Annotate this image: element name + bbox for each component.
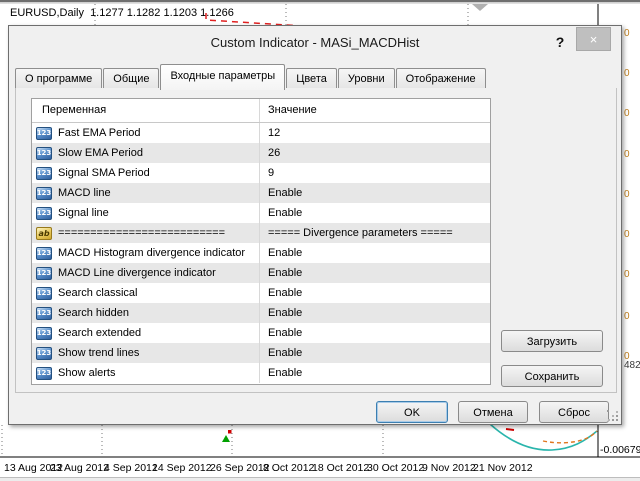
tab-colors[interactable]: Цвета bbox=[286, 68, 337, 90]
table-row[interactable]: 123 Search hidden Enable bbox=[32, 303, 490, 323]
param-name: MACD Histogram divergence indicator bbox=[58, 247, 246, 259]
param-name: ========================== bbox=[58, 227, 226, 239]
param-name: Search extended bbox=[58, 327, 142, 339]
bearish-tick-red bbox=[505, 428, 515, 431]
numeric-param-icon: 123 bbox=[36, 146, 52, 160]
custom-indicator-dialog: Custom Indicator - MASi_MACDHist ? × О п… bbox=[8, 25, 622, 425]
table-row[interactable]: 123 Signal line Enable bbox=[32, 203, 490, 223]
ok-button[interactable]: OK bbox=[376, 401, 448, 423]
string-param-icon: ab bbox=[36, 226, 52, 240]
param-value-cell[interactable]: Enable bbox=[259, 323, 490, 343]
table-row[interactable]: 123 Search extended Enable bbox=[32, 323, 490, 343]
tab-levels[interactable]: Уровни bbox=[337, 68, 395, 90]
table-row[interactable]: 123 MACD Histogram divergence indicator En… bbox=[32, 243, 490, 263]
param-name: MACD Line divergence indicator bbox=[58, 267, 216, 279]
dialog-titlebar[interactable]: Custom Indicator - MASi_MACDHist ? × bbox=[9, 26, 621, 58]
numeric-param-icon: 123 bbox=[36, 206, 52, 220]
table-row[interactable]: 123 Signal SMA Period 9 bbox=[32, 163, 490, 183]
numeric-param-icon: 123 bbox=[36, 326, 52, 340]
numeric-param-icon: 123 bbox=[36, 166, 52, 180]
param-value-cell[interactable]: Enable bbox=[259, 263, 490, 283]
column-header-variable[interactable]: Переменная bbox=[32, 99, 259, 122]
table-row[interactable]: 123 MACD line Enable bbox=[32, 183, 490, 203]
numeric-param-icon: 123 bbox=[36, 266, 52, 280]
param-value-cell[interactable]: 9 bbox=[259, 163, 490, 183]
param-name-cell: 123 Search hidden bbox=[32, 303, 259, 323]
param-value-cell[interactable]: Enable bbox=[259, 363, 490, 383]
param-name: Search hidden bbox=[58, 307, 129, 319]
numeric-param-icon: 123 bbox=[36, 186, 52, 200]
dialog-title: Custom Indicator - MASi_MACDHist bbox=[210, 35, 420, 50]
param-name: Search classical bbox=[58, 287, 138, 299]
tab-visualization[interactable]: Отображение bbox=[395, 68, 486, 90]
param-name: Show alerts bbox=[58, 367, 116, 379]
cancel-button[interactable]: Отмена bbox=[458, 401, 528, 423]
bearish-dot-icon bbox=[228, 430, 232, 434]
table-row[interactable]: 123 Search classical Enable bbox=[32, 283, 490, 303]
table-row[interactable]: ab ========================== ===== Diverg… bbox=[32, 223, 490, 243]
table-row[interactable]: 123 Slow EMA Period 26 bbox=[32, 143, 490, 163]
help-button[interactable]: ? bbox=[551, 33, 569, 51]
tabstrip: О программе Общие Входные параметры Цвета Ур… bbox=[15, 63, 617, 90]
param-value-cell[interactable]: 12 bbox=[259, 123, 490, 143]
parameters-table: Переменная Значение 123 Fast EMA Period 12… bbox=[31, 98, 491, 385]
table-row[interactable]: 123 Show trend lines Enable bbox=[32, 343, 490, 363]
numeric-param-icon: 123 bbox=[36, 366, 52, 380]
param-name-cell: 123 MACD line bbox=[32, 183, 259, 203]
macd-line-teal bbox=[489, 423, 598, 451]
param-name: Signal SMA Period bbox=[58, 167, 150, 179]
indicator-value-label: -0.00679 bbox=[600, 444, 640, 456]
table-header: Переменная Значение bbox=[32, 99, 490, 123]
param-name-cell: 123 Search classical bbox=[32, 283, 259, 303]
tab-inputs[interactable]: Входные параметры bbox=[160, 64, 286, 90]
param-name-cell: ab ========================== bbox=[32, 223, 259, 243]
numeric-param-icon: 123 bbox=[36, 126, 52, 140]
param-value-cell[interactable]: Enable bbox=[259, 303, 490, 323]
param-name: Show trend lines bbox=[58, 347, 140, 359]
close-button[interactable]: × bbox=[576, 27, 611, 51]
metatrader-chart-screen: { "chart": { "symbol_info": "EURUSD,Dail… bbox=[0, 0, 640, 481]
param-value-cell[interactable]: ===== Divergence parameters ===== bbox=[259, 223, 490, 243]
table-row[interactable]: 123 Show alerts Enable bbox=[32, 363, 490, 383]
param-value-cell[interactable]: Enable bbox=[259, 343, 490, 363]
param-name-cell: 123 Search extended bbox=[32, 323, 259, 343]
reset-button[interactable]: Сброс bbox=[539, 401, 609, 423]
numeric-param-icon: 123 bbox=[36, 246, 52, 260]
table-row[interactable]: 123 MACD Line divergence indicator Enable bbox=[32, 263, 490, 283]
numeric-param-icon: 123 bbox=[36, 306, 52, 320]
load-button[interactable]: Загрузить bbox=[501, 330, 603, 352]
object-anchor-triangle-icon bbox=[472, 4, 488, 11]
param-name: Signal line bbox=[58, 207, 109, 219]
param-name-cell: 123 Fast EMA Period bbox=[32, 123, 259, 143]
param-name-cell: 123 MACD Histogram divergence indicator bbox=[32, 243, 259, 263]
param-name-cell: 123 Signal line bbox=[32, 203, 259, 223]
param-value-cell[interactable]: Enable bbox=[259, 283, 490, 303]
tab-common[interactable]: Общие bbox=[103, 68, 160, 90]
resize-grip[interactable] bbox=[607, 410, 619, 422]
param-value-cell[interactable]: 26 bbox=[259, 143, 490, 163]
param-name: MACD line bbox=[58, 187, 111, 199]
table-row[interactable]: 123 Fast EMA Period 12 bbox=[32, 123, 490, 143]
param-name-cell: 123 Show alerts bbox=[32, 363, 259, 383]
numeric-param-icon: 123 bbox=[36, 286, 52, 300]
param-name-cell: 123 MACD Line divergence indicator bbox=[32, 263, 259, 283]
param-name-cell: 123 Signal SMA Period bbox=[32, 163, 259, 183]
param-name: Fast EMA Period bbox=[58, 127, 141, 139]
param-name: Slow EMA Period bbox=[58, 147, 143, 159]
bullish-arrow-icon bbox=[222, 435, 230, 442]
table-body: 123 Fast EMA Period 12 123 Slow EMA Period 26… bbox=[32, 123, 490, 383]
numeric-param-icon: 123 bbox=[36, 346, 52, 360]
tab-about[interactable]: О программе bbox=[15, 68, 103, 90]
column-header-value[interactable]: Значение bbox=[259, 99, 490, 122]
param-value-cell[interactable]: Enable bbox=[259, 243, 490, 263]
param-name-cell: 123 Slow EMA Period bbox=[32, 143, 259, 163]
save-button[interactable]: Сохранить bbox=[501, 365, 603, 387]
param-value-cell[interactable]: Enable bbox=[259, 203, 490, 223]
param-name-cell: 123 Show trend lines bbox=[32, 343, 259, 363]
param-value-cell[interactable]: Enable bbox=[259, 183, 490, 203]
